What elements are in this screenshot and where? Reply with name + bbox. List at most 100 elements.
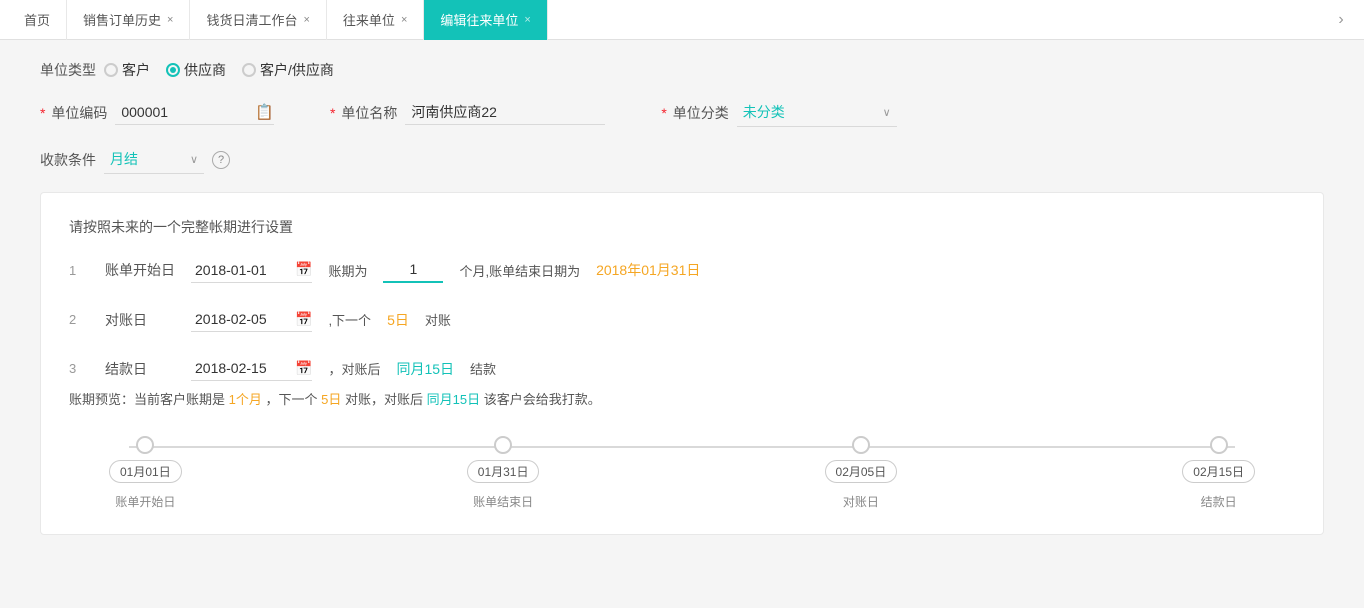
period-desc-2b: 对账 xyxy=(425,310,451,329)
radio-customer[interactable]: 客户 xyxy=(104,60,150,80)
period-desc-3b: 结款 xyxy=(470,359,496,378)
radio-circle-supplier xyxy=(166,63,180,77)
node-circle-3 xyxy=(852,436,870,454)
preview-suffix: 该客户会给我打款。 xyxy=(484,392,601,407)
node-label-3: 02月05日 xyxy=(825,460,898,483)
preview-sep1: ，下一个 xyxy=(266,392,318,407)
main-content: 单位类型 客户 供应商 客户/供应商 * 单位编码 xyxy=(0,40,1364,608)
radio-label-supplier: 供应商 xyxy=(184,60,226,80)
unit-info-row: * 单位编码 📋 * 单位名称 * 单位分类 未分类 ∨ xyxy=(40,98,1324,127)
unit-type-label: 单位类型 xyxy=(40,60,96,80)
unit-type-field: 单位类型 客户 供应商 客户/供应商 xyxy=(40,60,334,80)
unit-type-row: 单位类型 客户 供应商 客户/供应商 xyxy=(40,60,1324,80)
period-desc-3a: ，对账后 xyxy=(328,359,380,378)
radio-circle-customer-supplier xyxy=(242,63,256,77)
period-label-2: 对账日 xyxy=(105,310,175,330)
calendar-icon[interactable]: 📅 xyxy=(295,311,312,328)
node-label-2: 01月31日 xyxy=(467,460,540,483)
payment-condition-select[interactable]: 月结 ∨ xyxy=(104,145,204,174)
payment-condition-value: 月结 xyxy=(110,149,184,169)
timeline-node-2: 01月31日 账单结束日 xyxy=(467,436,540,510)
node-desc-3: 对账日 xyxy=(843,493,879,510)
period-row-1: 1 账单开始日 📅 账期为 个月,账单结束日期为 2018年01月31日 xyxy=(69,257,1295,283)
tab-partner-units[interactable]: 往来单位 × xyxy=(327,0,424,40)
unit-code-field: * 单位编码 📋 xyxy=(40,100,274,125)
tabs-more-arrow[interactable]: › xyxy=(1326,11,1356,29)
period-label-1: 账单开始日 xyxy=(105,260,175,280)
node-circle-2 xyxy=(494,436,512,454)
period-months-input[interactable] xyxy=(383,257,443,283)
tab-cash-work-table[interactable]: 钱货日清工作台 × xyxy=(190,0,326,40)
timeline-node-1: 01月01日 账单开始日 xyxy=(109,436,182,510)
radio-circle-customer xyxy=(104,63,118,77)
period-desc-1b: 个月,账单结束日期为 xyxy=(459,261,580,280)
timeline-node-4: 02月15日 结款日 xyxy=(1182,436,1255,510)
payment-date-input-wrap: 📅 xyxy=(191,356,312,381)
card-title: 请按照未来的一个完整帐期进行设置 xyxy=(69,217,1295,237)
node-circle-1 xyxy=(136,436,154,454)
period-desc-2a: ,下一个 xyxy=(328,310,371,329)
node-circle-4 xyxy=(1210,436,1228,454)
unit-category-value: 未分类 xyxy=(743,102,877,122)
preview-label: 账期预览：当前客户账期是 xyxy=(69,392,225,407)
period-num-1: 1 xyxy=(69,263,89,278)
start-date-input-wrap: 📅 xyxy=(191,258,312,283)
unit-name-input[interactable] xyxy=(405,100,605,125)
timeline-node-3: 02月05日 对账日 xyxy=(825,436,898,510)
timeline: 01月01日 账单开始日 01月31日 账单结束日 02月05日 对账日 xyxy=(69,436,1295,510)
radio-supplier[interactable]: 供应商 xyxy=(166,60,226,80)
unit-category-field: * 单位分类 未分类 ∨ xyxy=(661,98,896,127)
radio-customer-supplier[interactable]: 客户/供应商 xyxy=(242,60,334,80)
period-setting-card: 请按照未来的一个完整帐期进行设置 1 账单开始日 📅 账期为 个月,账单结束日期… xyxy=(40,192,1324,535)
close-icon[interactable]: × xyxy=(524,14,530,26)
preview-sep2: 对账，对账后 xyxy=(345,392,423,407)
close-icon[interactable]: × xyxy=(401,14,407,26)
unit-name-label: * 单位名称 xyxy=(330,103,397,123)
clipboard-icon[interactable]: 📋 xyxy=(255,103,274,121)
payment-date-input[interactable] xyxy=(191,356,291,380)
period-label-3: 结款日 xyxy=(105,359,175,379)
period-num-2: 2 xyxy=(69,312,89,327)
tab-edit-partner[interactable]: 编辑往来单位 × xyxy=(424,0,547,40)
payment-condition-label: 收款条件 xyxy=(40,150,96,170)
close-icon[interactable]: × xyxy=(167,14,173,26)
preview-section: 账期预览：当前客户账期是 1个月 ，下一个 5日 对账，对账后 同月15日 该客… xyxy=(69,389,1295,408)
preview-part2: 5日 xyxy=(321,392,341,407)
start-date-input[interactable] xyxy=(191,258,291,282)
preview-part3: 同月15日 xyxy=(427,392,480,407)
payment-day-highlight: 同月15日 xyxy=(396,359,454,379)
timeline-nodes: 01月01日 账单开始日 01月31日 账单结束日 02月05日 对账日 xyxy=(109,436,1255,510)
calendar-icon[interactable]: 📅 xyxy=(295,360,312,377)
radio-label-customer-supplier: 客户/供应商 xyxy=(260,60,334,80)
node-desc-2: 账单结束日 xyxy=(473,493,533,510)
node-desc-1: 账单开始日 xyxy=(115,493,175,510)
chevron-down-icon: ∨ xyxy=(190,153,198,166)
period-desc-1: 账期为 xyxy=(328,261,367,280)
help-icon[interactable]: ? xyxy=(212,151,230,169)
period-row-3: 3 结款日 📅 ，对账后 同月15日 结款 xyxy=(69,356,1295,381)
payment-condition-row: 收款条件 月结 ∨ ? xyxy=(40,145,1324,174)
unit-type-radio-group: 客户 供应商 客户/供应商 xyxy=(104,60,334,80)
payment-condition-field: 收款条件 月结 ∨ ? xyxy=(40,145,230,174)
end-date-highlight: 2018年01月31日 xyxy=(596,260,700,280)
reconcile-date-input-wrap: 📅 xyxy=(191,307,312,332)
unit-category-label: * 单位分类 xyxy=(661,103,728,123)
unit-name-field: * 单位名称 xyxy=(330,100,605,125)
reconcile-day-highlight: 5日 xyxy=(387,310,409,330)
tabs-bar: 首页 销售订单历史 × 钱货日清工作台 × 往来单位 × 编辑往来单位 × › xyxy=(0,0,1364,40)
calendar-icon[interactable]: 📅 xyxy=(295,261,312,278)
tab-sales-order-history[interactable]: 销售订单历史 × xyxy=(67,0,190,40)
period-num-3: 3 xyxy=(69,361,89,376)
chevron-down-icon: ∨ xyxy=(883,106,891,119)
node-label-1: 01月01日 xyxy=(109,460,182,483)
preview-part1: 1个月 xyxy=(229,392,262,407)
node-desc-4: 结款日 xyxy=(1201,493,1237,510)
unit-code-input[interactable] xyxy=(115,100,255,124)
unit-category-select[interactable]: 未分类 ∨ xyxy=(737,98,897,127)
unit-code-label: * 单位编码 xyxy=(40,103,107,123)
node-label-4: 02月15日 xyxy=(1182,460,1255,483)
reconcile-date-input[interactable] xyxy=(191,307,291,331)
close-icon[interactable]: × xyxy=(303,14,309,26)
unit-code-input-wrap: 📋 xyxy=(115,100,274,125)
tab-home[interactable]: 首页 xyxy=(8,0,67,40)
